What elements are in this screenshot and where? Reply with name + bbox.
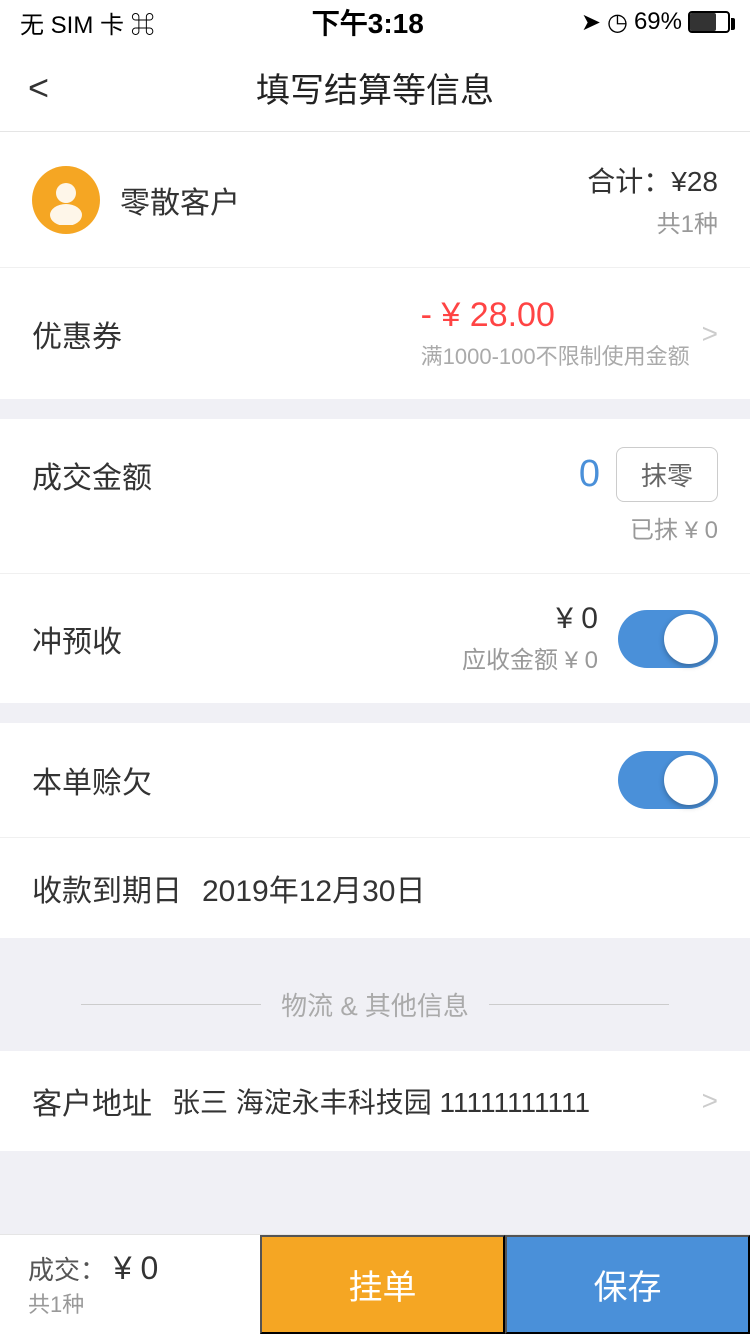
back-button[interactable]: <	[28, 67, 49, 109]
divider-left	[81, 1004, 261, 1005]
amount-section: 成交金额 0 抹零 已抹 ¥ 0	[0, 419, 750, 573]
customer-total: 合计：¥28 共1种	[587, 160, 718, 239]
section-gap-3	[0, 938, 750, 958]
logistics-divider: 物流 & 其他信息	[81, 986, 669, 1023]
amount-right: 0 抹零	[579, 447, 718, 502]
address-chevron-icon: >	[702, 1085, 718, 1117]
avatar	[32, 166, 100, 234]
divider-right	[489, 1004, 669, 1005]
prepayment-right: ¥ 0 应收金额 ¥ 0	[462, 602, 718, 675]
nav-bar: < 填写结算等信息	[0, 44, 750, 132]
footer: 成交： ¥ 0 共1种 挂单 保存	[0, 1234, 750, 1334]
amount-label: 成交金额	[32, 453, 152, 497]
amount-sub-text: 已抹 ¥ 0	[630, 517, 718, 544]
debt-label: 本单赊欠	[32, 758, 152, 802]
logistics-title: 物流 & 其他信息	[281, 986, 469, 1023]
amount-value: 0	[579, 453, 600, 496]
transaction-section: 成交金额 0 抹零 已抹 ¥ 0 冲预收 ¥ 0 应收金额 ¥ 0	[0, 419, 750, 703]
save-button[interactable]: 保存	[505, 1235, 750, 1334]
debt-toggle[interactable]	[618, 751, 718, 809]
prepayment-value: ¥ 0	[462, 602, 598, 636]
logistics-header: 物流 & 其他信息	[0, 958, 750, 1051]
footer-deal-row: 成交： ¥ 0	[28, 1250, 232, 1287]
footer-count: 共1种	[28, 1287, 232, 1319]
battery-percent: 69%	[634, 8, 682, 36]
prepayment-amounts: ¥ 0 应收金额 ¥ 0	[462, 602, 598, 675]
chevron-right-icon: >	[702, 318, 718, 350]
coupon-label: 优惠券	[32, 312, 122, 356]
prepayment-sub: 应收金额 ¥ 0	[462, 640, 598, 675]
alarm-icon: ◷	[607, 8, 628, 37]
battery-icon	[688, 11, 730, 33]
customer-section: 零散客户 合计：¥28 共1种 优惠券 - ¥ 28.00 满1000-100不…	[0, 132, 750, 399]
debt-toggle-knob	[664, 755, 714, 805]
page-title: 填写结算等信息	[256, 63, 494, 112]
coupon-discount: - ¥ 28.00	[421, 296, 690, 335]
section-gap-2	[0, 703, 750, 723]
prepayment-label: 冲预收	[32, 617, 122, 661]
prepayment-row: 冲预收 ¥ 0 应收金额 ¥ 0	[0, 573, 750, 703]
customer-left: 零散客户	[32, 166, 240, 234]
coupon-description: 满1000-100不限制使用金额	[421, 339, 690, 371]
status-left: 无 SIM 卡 ⌘	[20, 5, 155, 40]
due-date-value: 2019年12月30日	[202, 866, 425, 910]
coupon-right: - ¥ 28.00 满1000-100不限制使用金额 >	[421, 296, 718, 371]
debt-section: 本单赊欠 收款到期日 2019年12月30日	[0, 723, 750, 938]
location-icon: ➤	[581, 8, 601, 37]
round-off-button[interactable]: 抹零	[616, 447, 718, 502]
address-row[interactable]: 客户地址 张三 海淀永丰科技园 11111111111 >	[0, 1051, 750, 1151]
pending-button[interactable]: 挂单	[260, 1235, 505, 1334]
status-time: 下午3:18	[312, 2, 424, 42]
customer-row: 零散客户 合计：¥28 共1种	[0, 132, 750, 267]
debt-row: 本单赊欠	[0, 723, 750, 837]
footer-deal-label: 成交：	[28, 1255, 106, 1285]
amount-row: 成交金额 0 抹零	[32, 447, 718, 502]
address-section: 客户地址 张三 海淀永丰科技园 11111111111 >	[0, 1051, 750, 1151]
coupon-row[interactable]: 优惠券 - ¥ 28.00 满1000-100不限制使用金额 >	[0, 267, 750, 399]
customer-name: 零散客户	[120, 178, 240, 222]
prepayment-toggle[interactable]	[618, 610, 718, 668]
status-bar: 无 SIM 卡 ⌘ 下午3:18 ➤ ◷ 69%	[0, 0, 750, 44]
total-amount: 合计：¥28	[587, 160, 718, 200]
footer-info: 成交： ¥ 0 共1种	[0, 1250, 260, 1319]
toggle-knob	[664, 614, 714, 664]
footer-deal-amount: ¥ 0	[114, 1250, 158, 1286]
total-count: 共1种	[587, 204, 718, 239]
address-label: 客户地址	[32, 1079, 152, 1123]
status-right: ➤ ◷ 69%	[581, 8, 730, 37]
due-date-label: 收款到期日	[32, 866, 182, 910]
section-gap-1	[0, 399, 750, 419]
due-date-row: 收款到期日 2019年12月30日	[0, 837, 750, 938]
sim-wifi-label: 无 SIM 卡 ⌘	[20, 5, 155, 40]
address-value: 张三 海淀永丰科技园 11111111111	[172, 1081, 698, 1121]
